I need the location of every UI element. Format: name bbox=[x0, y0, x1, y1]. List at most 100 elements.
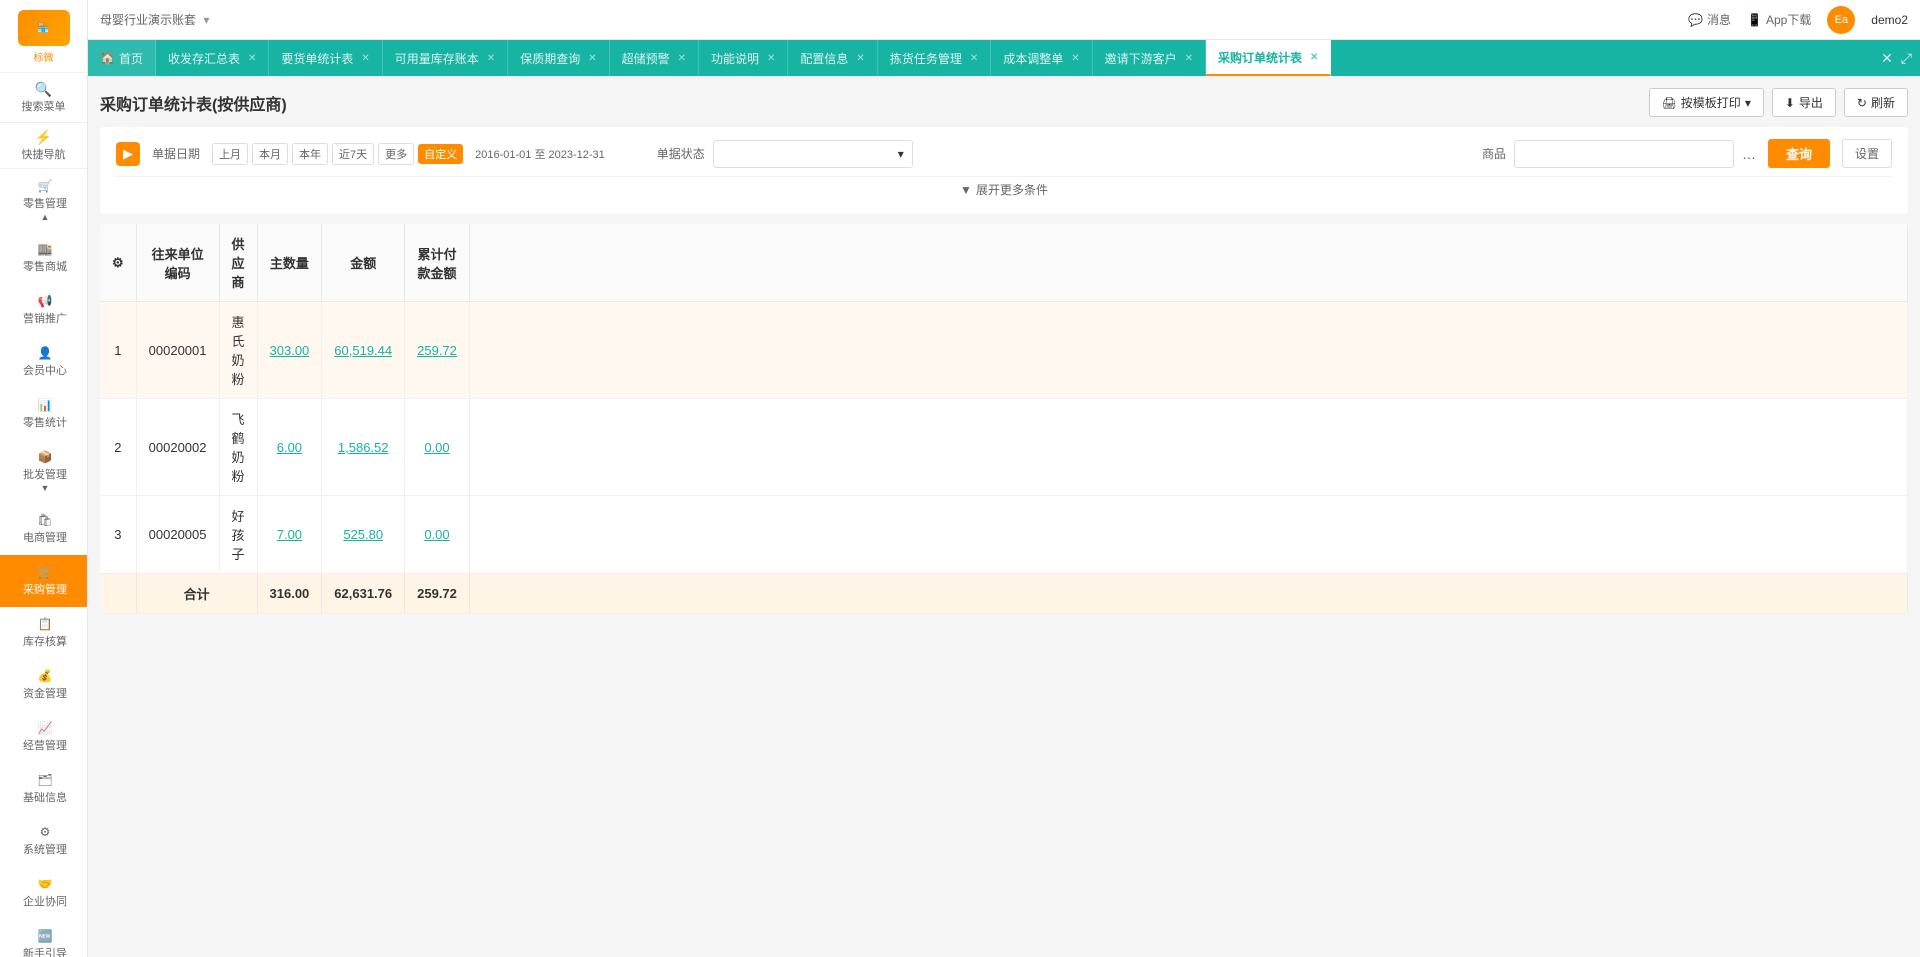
marketing-icon: 📢 bbox=[38, 294, 53, 308]
expand-more-button[interactable]: ▼ 展开更多条件 bbox=[116, 181, 1892, 198]
tab-stock-book[interactable]: 可用量库存账本 ✕ bbox=[383, 40, 508, 76]
tab-purchase-stat[interactable]: 采购订单统计表 ✕ bbox=[1206, 40, 1331, 76]
goods-more-icon[interactable]: … bbox=[1742, 146, 1756, 162]
app-download-button[interactable]: 📱 App下载 bbox=[1747, 11, 1811, 28]
tab-function-desc[interactable]: 功能说明 ✕ bbox=[699, 40, 788, 76]
sidebar-item-basic[interactable]: 🗂 基础信息 bbox=[0, 763, 87, 815]
home-icon: 🏠 bbox=[100, 51, 115, 65]
tab-home[interactable]: 🏠 首页 bbox=[88, 40, 156, 76]
page-title: 采购订单统计表(按供应商) bbox=[100, 91, 287, 115]
tab-goods-stat-close[interactable]: ✕ bbox=[361, 53, 369, 64]
tab-overstock-close[interactable]: ✕ bbox=[678, 53, 686, 64]
row3-amount[interactable]: 525.80 bbox=[322, 496, 405, 574]
filter-area: ▶ 单据日期 上月 本月 本年 近7天 更多 自定义 2016-01-01 至 … bbox=[100, 127, 1908, 214]
date-range-display: 2016-01-01 至 2023-12-31 bbox=[475, 146, 605, 162]
status-select[interactable]: ▾ bbox=[713, 140, 913, 168]
ecommerce-icon: 🛍 bbox=[37, 513, 52, 527]
operations-icon: 📈 bbox=[38, 721, 53, 735]
dropdown-arrow[interactable]: ▾ bbox=[203, 13, 209, 27]
row3-extra bbox=[469, 496, 1907, 574]
tab-stock-book-close[interactable]: ✕ bbox=[487, 53, 495, 64]
tab-config-info-close[interactable]: ✕ bbox=[856, 53, 864, 64]
sidebar-item-retail[interactable]: 🛒 零售管理 ▲ bbox=[0, 169, 87, 232]
tab-invite-downstream[interactable]: 邀请下游客户 ✕ bbox=[1093, 40, 1206, 76]
goods-search: 商品 … bbox=[1482, 140, 1756, 168]
row2-no: 2 bbox=[100, 399, 136, 496]
tab-warranty[interactable]: 保质期查询 ✕ bbox=[508, 40, 609, 76]
footer-extra bbox=[469, 574, 1907, 614]
sidebar-item-retail-stat[interactable]: 📊 零售统计 bbox=[0, 388, 87, 440]
query-button[interactable]: 查询 bbox=[1768, 139, 1830, 168]
export-button[interactable]: ⬇ 导出 bbox=[1772, 88, 1836, 117]
print-button[interactable]: 🖨 按模板打印 ▾ bbox=[1649, 88, 1764, 117]
refresh-button[interactable]: ↻ 刷新 bbox=[1844, 88, 1908, 117]
row1-amount[interactable]: 60,519.44 bbox=[322, 302, 405, 399]
table-area: ⚙ 往来单位编码 供应商 主数量 金额 累计付款金额 1 00020001 bbox=[100, 224, 1908, 614]
tab-expand-button[interactable]: ⤢ bbox=[1901, 50, 1912, 67]
tab-config-info[interactable]: 配置信息 ✕ bbox=[788, 40, 877, 76]
sidebar-item-enterprise[interactable]: 🤝 企业协同 bbox=[0, 867, 87, 919]
tab-pick-task[interactable]: 拣货任务管理 ✕ bbox=[878, 40, 991, 76]
tab-close-all-button[interactable]: ✕ bbox=[1881, 50, 1893, 67]
row2-amount[interactable]: 1,586.52 bbox=[322, 399, 405, 496]
row1-no: 1 bbox=[100, 302, 136, 399]
col-settings[interactable]: ⚙ bbox=[100, 224, 136, 302]
sidebar-item-purchase[interactable]: 🛒 采购管理 bbox=[0, 555, 87, 607]
goods-input[interactable] bbox=[1514, 140, 1734, 168]
row2-quantity[interactable]: 6.00 bbox=[257, 399, 322, 496]
purchase-icon: 🛒 bbox=[38, 565, 53, 579]
row3-supplier: 好孩子 bbox=[219, 496, 257, 574]
tab-cost-adjust[interactable]: 成本调整单 ✕ bbox=[991, 40, 1092, 76]
shortcut-this-year[interactable]: 本年 bbox=[292, 143, 328, 165]
sidebar-item-marketing[interactable]: 📢 营销推广 bbox=[0, 284, 87, 336]
avatar[interactable]: Ea bbox=[1827, 6, 1855, 34]
system-icon: ⚙ bbox=[40, 825, 51, 839]
shortcut-7days[interactable]: 近7天 bbox=[332, 143, 374, 165]
shortcut-this-month[interactable]: 本月 bbox=[252, 143, 288, 165]
goods-label: 商品 bbox=[1482, 145, 1506, 162]
sidebar-item-guide[interactable]: 🆕 新手引导 bbox=[0, 919, 87, 957]
sidebar-item-member[interactable]: 👤 会员中心 bbox=[0, 336, 87, 388]
retail-stat-icon: 📊 bbox=[38, 398, 53, 412]
row1-quantity[interactable]: 303.00 bbox=[257, 302, 322, 399]
tab-pick-task-close[interactable]: ✕ bbox=[970, 53, 978, 64]
row1-supplier: 惠氏奶粉 bbox=[219, 302, 257, 399]
sidebar-item-ecommerce[interactable]: 🛍 电商管理 bbox=[0, 503, 87, 555]
shortcut-last-month[interactable]: 上月 bbox=[212, 143, 248, 165]
col-code: 往来单位编码 bbox=[136, 224, 219, 302]
status-dropdown-icon: ▾ bbox=[898, 147, 904, 161]
tab-goods-stat[interactable]: 要货单统计表 ✕ bbox=[269, 40, 382, 76]
tab-overstock[interactable]: 超储预警 ✕ bbox=[610, 40, 699, 76]
tab-cost-adjust-close[interactable]: ✕ bbox=[1071, 53, 1079, 64]
sidebar-item-shortcut[interactable]: ⚡ 快捷导航 bbox=[0, 123, 87, 169]
tab-purchase-stat-close[interactable]: ✕ bbox=[1310, 52, 1318, 63]
tab-warranty-close[interactable]: ✕ bbox=[588, 53, 596, 64]
settings-button[interactable]: 设置 bbox=[1842, 139, 1892, 168]
print-icon: 🖨 bbox=[1662, 96, 1677, 110]
filter-toggle-button[interactable]: ▶ bbox=[116, 142, 140, 166]
shortcut-more[interactable]: 更多 bbox=[378, 143, 414, 165]
row3-paid[interactable]: 0.00 bbox=[405, 496, 470, 574]
col-settings-icon: ⚙ bbox=[112, 255, 124, 270]
row3-code: 00020005 bbox=[136, 496, 219, 574]
sidebar-item-stock[interactable]: 📋 库存核算 bbox=[0, 607, 87, 659]
message-button[interactable]: 💬 消息 bbox=[1688, 11, 1731, 28]
row3-quantity[interactable]: 7.00 bbox=[257, 496, 322, 574]
sidebar-item-finance[interactable]: 💰 资金管理 bbox=[0, 659, 87, 711]
row2-paid[interactable]: 0.00 bbox=[405, 399, 470, 496]
tab-collect-pay[interactable]: 收发存汇总表 ✕ bbox=[156, 40, 269, 76]
sidebar-item-search[interactable]: 🔍 搜索菜单 bbox=[0, 73, 87, 123]
sidebar-item-retail-shop[interactable]: 🏬 零售商城 bbox=[0, 232, 87, 284]
sidebar-item-wholesale[interactable]: 📦 批发管理 ▼ bbox=[0, 440, 87, 503]
footer-amount: 62,631.76 bbox=[322, 574, 405, 614]
tab-collect-pay-close[interactable]: ✕ bbox=[248, 53, 256, 64]
sidebar-item-system[interactable]: ⚙ 系统管理 bbox=[0, 815, 87, 867]
row1-paid[interactable]: 259.72 bbox=[405, 302, 470, 399]
logo-text: 标微 bbox=[34, 49, 54, 64]
message-icon: 💬 bbox=[1688, 13, 1703, 27]
sidebar-item-operations[interactable]: 📈 经营管理 bbox=[0, 711, 87, 763]
footer-empty bbox=[100, 574, 136, 614]
retail-shop-icon: 🏬 bbox=[38, 242, 53, 256]
tab-invite-downstream-close[interactable]: ✕ bbox=[1185, 53, 1193, 64]
tab-function-desc-close[interactable]: ✕ bbox=[767, 53, 775, 64]
